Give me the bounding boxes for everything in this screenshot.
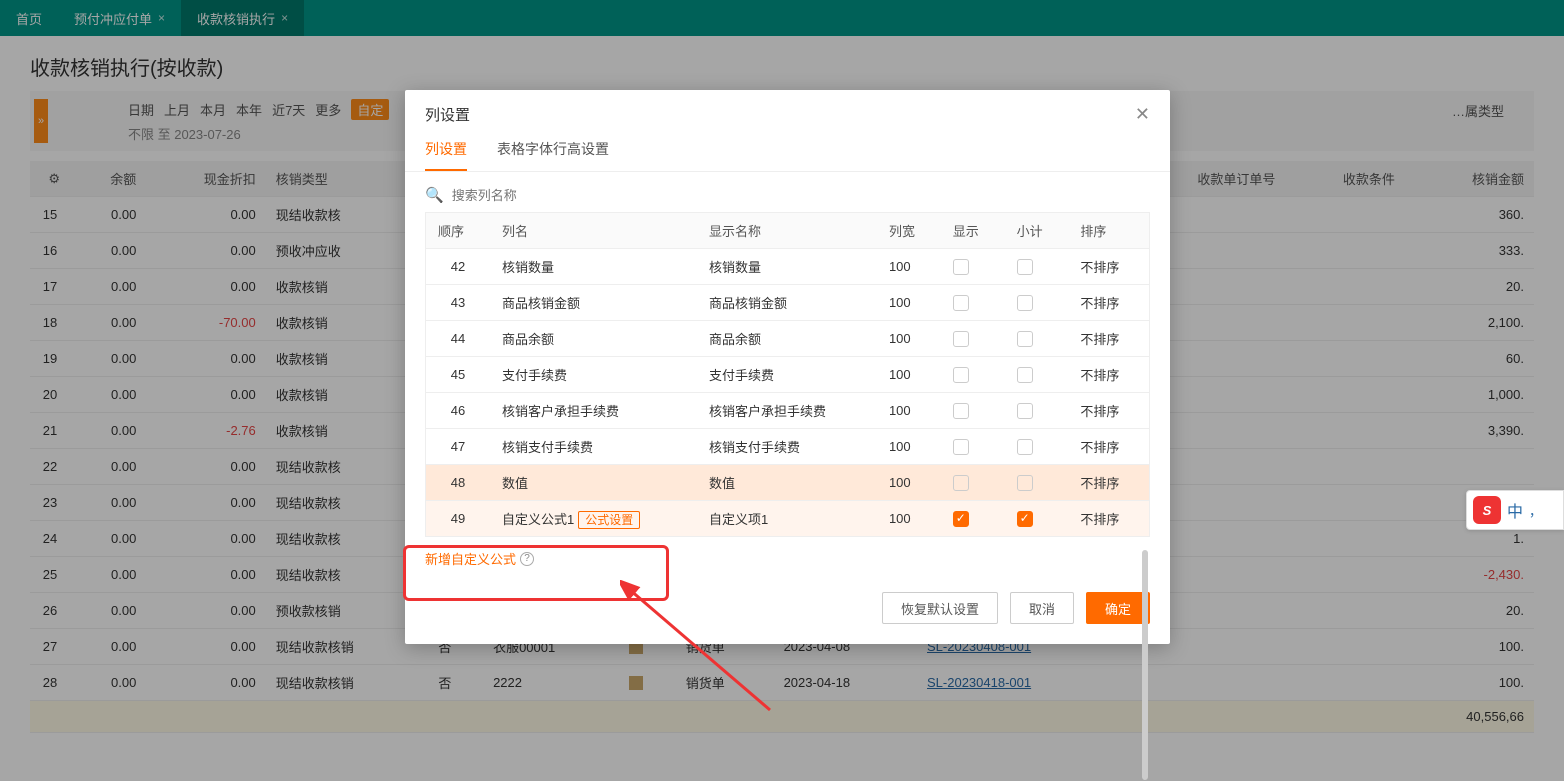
ok-button[interactable]: 确定 (1086, 592, 1150, 624)
cfg-sort[interactable]: 不排序 (1068, 357, 1149, 393)
cfg-column-header: 列宽 (877, 213, 941, 249)
ime-logo-icon: S (1473, 496, 1501, 524)
cfg-display-name[interactable]: 商品核销金额 (697, 285, 877, 321)
cfg-width[interactable]: 100 (877, 249, 941, 285)
subtotal-checkbox[interactable] (1017, 331, 1033, 347)
cfg-display-name[interactable]: 自定义项1 (697, 501, 877, 537)
cfg-sort[interactable]: 不排序 (1068, 321, 1149, 357)
cfg-seq: 42 (426, 249, 490, 285)
cfg-width[interactable]: 100 (877, 501, 941, 537)
cfg-column-header: 小计 (1005, 213, 1069, 249)
column-config-table: 顺序列名显示名称列宽显示小计排序 42核销数量核销数量100不排序43商品核销金… (425, 212, 1150, 537)
cfg-seq: 47 (426, 429, 490, 465)
subtotal-checkbox[interactable] (1017, 295, 1033, 311)
show-checkbox[interactable] (953, 511, 969, 527)
subtotal-checkbox[interactable] (1017, 475, 1033, 491)
cfg-column-header: 显示名称 (697, 213, 877, 249)
cancel-button[interactable]: 取消 (1010, 592, 1074, 624)
ime-comma-icon: ， (1529, 501, 1542, 520)
cfg-seq: 48 (426, 465, 490, 501)
ime-indicator[interactable]: S 中 ， (1466, 490, 1564, 530)
dialog-title: 列设置 (425, 104, 470, 125)
cfg-name: 自定义公式1公式设置 (490, 501, 697, 537)
cfg-row[interactable]: 43商品核销金额商品核销金额100不排序 (426, 285, 1150, 321)
cfg-display-name[interactable]: 商品余额 (697, 321, 877, 357)
scrollbar-thumb[interactable] (1142, 550, 1148, 780)
cfg-row[interactable]: 46核销客户承担手续费核销客户承担手续费100不排序 (426, 393, 1150, 429)
show-checkbox[interactable] (953, 439, 969, 455)
subtotal-checkbox[interactable] (1017, 259, 1033, 275)
subtotal-checkbox[interactable] (1017, 367, 1033, 383)
cfg-seq: 46 (426, 393, 490, 429)
show-checkbox[interactable] (953, 403, 969, 419)
cfg-name: 支付手续费 (490, 357, 697, 393)
cfg-row[interactable]: 47核销支付手续费核销支付手续费100不排序 (426, 429, 1150, 465)
cfg-sort[interactable]: 不排序 (1068, 501, 1149, 537)
cfg-display-name[interactable]: 核销支付手续费 (697, 429, 877, 465)
cfg-display-name[interactable]: 数值 (697, 465, 877, 501)
cfg-seq: 43 (426, 285, 490, 321)
search-icon: 🔍 (425, 186, 444, 204)
cfg-name: 核销支付手续费 (490, 429, 697, 465)
cfg-width[interactable]: 100 (877, 321, 941, 357)
cfg-name: 商品余额 (490, 321, 697, 357)
subtotal-checkbox[interactable] (1017, 439, 1033, 455)
show-checkbox[interactable] (953, 295, 969, 311)
add-custom-formula-link[interactable]: 新增自定义公式 ? (405, 537, 554, 580)
cfg-width[interactable]: 100 (877, 429, 941, 465)
help-icon[interactable]: ? (520, 552, 534, 566)
show-checkbox[interactable] (953, 367, 969, 383)
cfg-seq: 49 (426, 501, 490, 537)
show-checkbox[interactable] (953, 475, 969, 491)
close-icon[interactable]: ✕ (1135, 104, 1150, 125)
subtotal-checkbox[interactable] (1017, 403, 1033, 419)
tab-font-row-settings[interactable]: 表格字体行高设置 (497, 139, 609, 171)
tab-column-settings[interactable]: 列设置 (425, 139, 467, 171)
cfg-row[interactable]: 45支付手续费支付手续费100不排序 (426, 357, 1150, 393)
cfg-column-header: 显示 (941, 213, 1005, 249)
cfg-sort[interactable]: 不排序 (1068, 429, 1149, 465)
cfg-width[interactable]: 100 (877, 393, 941, 429)
cfg-row[interactable]: 44商品余额商品余额100不排序 (426, 321, 1150, 357)
search-column-input[interactable] (452, 188, 752, 203)
cfg-sort[interactable]: 不排序 (1068, 249, 1149, 285)
show-checkbox[interactable] (953, 259, 969, 275)
cfg-display-name[interactable]: 支付手续费 (697, 357, 877, 393)
cfg-seq: 45 (426, 357, 490, 393)
cfg-column-header: 顺序 (426, 213, 490, 249)
cfg-width[interactable]: 100 (877, 357, 941, 393)
cfg-column-header: 排序 (1068, 213, 1149, 249)
cfg-name: 核销数量 (490, 249, 697, 285)
cfg-row[interactable]: 42核销数量核销数量100不排序 (426, 249, 1150, 285)
cfg-sort[interactable]: 不排序 (1068, 465, 1149, 501)
cfg-name: 核销客户承担手续费 (490, 393, 697, 429)
cfg-name: 数值 (490, 465, 697, 501)
cfg-column-header: 列名 (490, 213, 697, 249)
cfg-sort[interactable]: 不排序 (1068, 285, 1149, 321)
column-settings-dialog: 列设置 ✕ 列设置 表格字体行高设置 🔍 顺序列名显示名称列宽显示小计排序 42… (405, 90, 1170, 644)
ime-mode-label: 中 (1507, 498, 1523, 522)
cfg-sort[interactable]: 不排序 (1068, 393, 1149, 429)
cfg-width[interactable]: 100 (877, 285, 941, 321)
cfg-row[interactable]: 49自定义公式1公式设置自定义项1100 不排序 (426, 501, 1150, 537)
cfg-display-name[interactable]: 核销数量 (697, 249, 877, 285)
cfg-display-name[interactable]: 核销客户承担手续费 (697, 393, 877, 429)
show-checkbox[interactable] (953, 331, 969, 347)
subtotal-checkbox[interactable] (1017, 511, 1033, 527)
restore-defaults-button[interactable]: 恢复默认设置 (882, 592, 998, 624)
cfg-name: 商品核销金额 (490, 285, 697, 321)
cfg-width[interactable]: 100 (877, 465, 941, 501)
cfg-seq: 44 (426, 321, 490, 357)
formula-settings-button[interactable]: 公式设置 (578, 511, 640, 529)
cfg-row[interactable]: 48数值数值100不排序 (426, 465, 1150, 501)
